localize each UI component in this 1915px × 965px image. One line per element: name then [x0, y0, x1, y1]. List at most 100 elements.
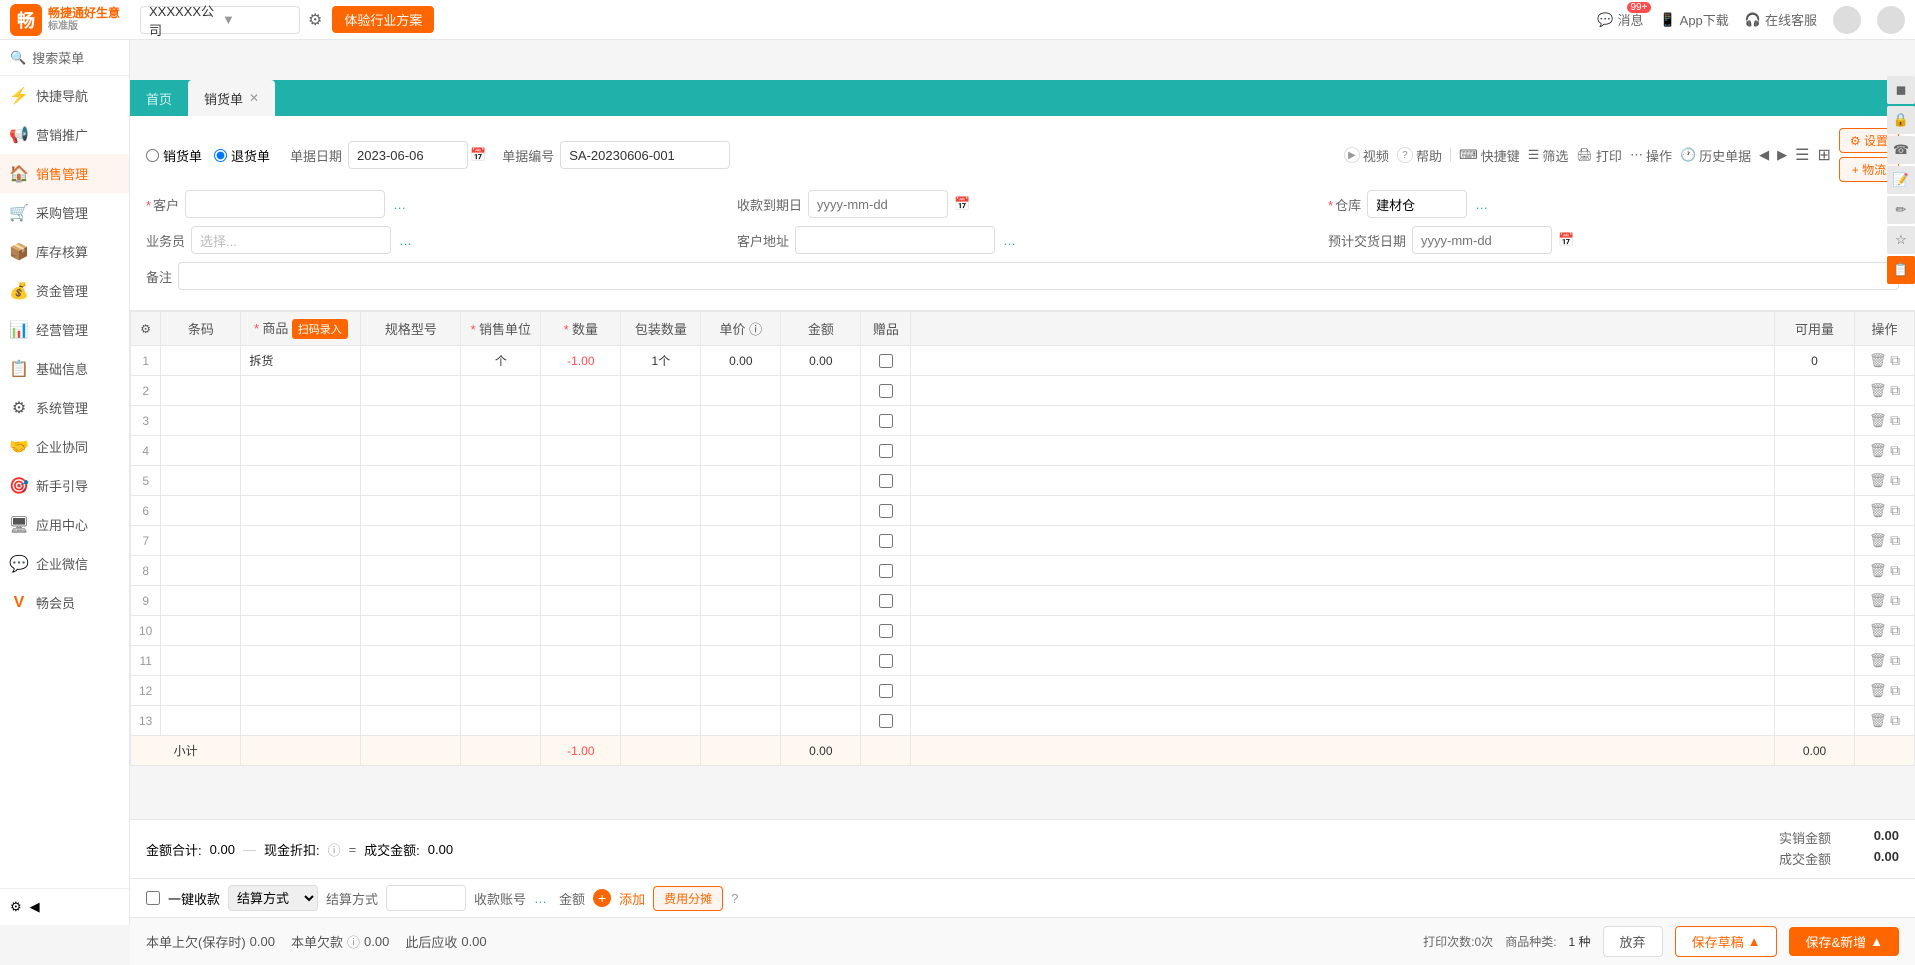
cell-qty[interactable] [541, 496, 621, 526]
help-btn[interactable]: ? 帮助 [1397, 146, 1442, 165]
cell-price[interactable]: 0.00 [701, 346, 781, 376]
cell-pkg[interactable] [621, 556, 701, 586]
grid-view-btn[interactable]: ⊞ [1818, 145, 1831, 165]
delete-row-button[interactable]: 🗑 [1869, 712, 1887, 729]
cell-product[interactable] [241, 406, 361, 436]
cell-qty[interactable] [541, 706, 621, 736]
cell-spec[interactable] [361, 586, 461, 616]
cell-qty[interactable] [541, 616, 621, 646]
cell-amount[interactable] [781, 436, 861, 466]
cell-price[interactable] [701, 586, 781, 616]
cell-price[interactable] [701, 376, 781, 406]
cell-barcode[interactable] [161, 346, 241, 376]
right-btn-3[interactable]: ☎ [1887, 136, 1915, 164]
cell-amount[interactable] [781, 406, 861, 436]
customer-dots[interactable]: … [393, 197, 406, 212]
right-btn-7[interactable]: 📋 [1887, 256, 1915, 284]
cell-amount[interactable] [781, 466, 861, 496]
ops-btn[interactable]: ⋯ 操作 [1630, 146, 1672, 165]
cell-unit[interactable] [461, 646, 541, 676]
sidebar-item-inventory[interactable]: 📦 库存核算 [0, 232, 129, 271]
cell-amount[interactable] [781, 646, 861, 676]
filter-btn[interactable]: ☰ 筛选 [1528, 146, 1569, 165]
cell-pkg[interactable]: 1个 [621, 346, 701, 376]
save-draft-button[interactable]: 保存草稿 ▲ [1675, 926, 1778, 957]
warehouse-input[interactable]: 建材仓 [1367, 190, 1467, 218]
delete-row-button[interactable]: 🗑 [1869, 652, 1887, 669]
tab-sales-order[interactable]: 销货单 ✕ [188, 80, 275, 116]
expected-date-input[interactable] [1412, 226, 1552, 254]
radio-sales[interactable]: 销货单 [146, 146, 202, 165]
cell-price[interactable] [701, 676, 781, 706]
cell-pkg[interactable] [621, 646, 701, 676]
sidebar-item-enterprise[interactable]: 🤝 企业协同 [0, 427, 129, 466]
salesperson-dots[interactable]: … [399, 233, 412, 248]
cell-amount[interactable] [781, 496, 861, 526]
cell-barcode[interactable] [161, 526, 241, 556]
gift-checkbox[interactable] [879, 714, 893, 728]
expense-button[interactable]: 费用分摊 [653, 886, 723, 911]
right-btn-1[interactable]: ◼ [1887, 76, 1915, 104]
cell-product[interactable]: 拆货 [241, 346, 361, 376]
shortcut-btn[interactable]: ⌨ 快捷键 [1459, 146, 1520, 165]
cell-amount[interactable] [781, 376, 861, 406]
cell-gift[interactable] [861, 616, 911, 646]
sidebar-item-guide[interactable]: 🎯 新手引导 [0, 466, 129, 505]
sidebar-item-sales[interactable]: 🏠 销售管理 [0, 154, 129, 193]
cell-product[interactable] [241, 466, 361, 496]
app-download-button[interactable]: 📱 App下载 [1659, 10, 1728, 29]
cell-amount[interactable] [781, 586, 861, 616]
gift-checkbox[interactable] [879, 564, 893, 578]
cell-pkg[interactable] [621, 406, 701, 436]
cell-barcode[interactable] [161, 496, 241, 526]
company-selector[interactable]: XXXXXX公司 ▼ [140, 6, 300, 34]
delete-row-button[interactable]: 🗑 [1869, 682, 1887, 699]
cell-spec[interactable] [361, 616, 461, 646]
cell-barcode[interactable] [161, 586, 241, 616]
customer-input[interactable] [185, 190, 385, 218]
right-btn-4[interactable]: 📝 [1887, 166, 1915, 194]
radio-return[interactable]: 退货单 [214, 146, 270, 165]
copy-row-button[interactable]: ⧉ [1890, 352, 1900, 369]
tab-close-icon[interactable]: ✕ [249, 91, 259, 105]
cell-gift[interactable] [861, 676, 911, 706]
radio-return-input[interactable] [214, 149, 227, 162]
cell-pkg[interactable] [621, 706, 701, 736]
cell-unit[interactable] [461, 526, 541, 556]
th-settings[interactable]: ⚙ [131, 312, 161, 346]
tab-home[interactable]: 首页 [130, 80, 188, 116]
list-view-btn[interactable]: ☰ [1795, 145, 1809, 165]
sidebar-collapse-icon[interactable]: ◀ [30, 899, 40, 915]
cell-pkg[interactable] [621, 436, 701, 466]
cell-price[interactable] [701, 496, 781, 526]
cell-barcode[interactable] [161, 556, 241, 586]
cell-gift[interactable] [861, 376, 911, 406]
gift-checkbox[interactable] [879, 474, 893, 488]
print-btn[interactable]: 🖨 打印 [1576, 146, 1622, 165]
cell-qty[interactable] [541, 406, 621, 436]
cell-amount[interactable] [781, 616, 861, 646]
right-btn-6[interactable]: ☆ [1887, 226, 1915, 254]
cell-gift[interactable] [861, 706, 911, 736]
cell-spec[interactable] [361, 526, 461, 556]
cell-qty[interactable] [541, 526, 621, 556]
copy-row-button[interactable]: ⧉ [1890, 682, 1900, 699]
cell-spec[interactable] [361, 496, 461, 526]
cell-gift[interactable] [861, 556, 911, 586]
delete-row-button[interactable]: 🗑 [1869, 472, 1887, 489]
discard-button[interactable]: 放弃 [1603, 926, 1663, 957]
sidebar-item-purchase[interactable]: 🛒 采购管理 [0, 193, 129, 232]
cell-amount[interactable] [781, 676, 861, 706]
cell-pkg[interactable] [621, 586, 701, 616]
gift-checkbox[interactable] [879, 384, 893, 398]
search-menu[interactable]: 🔍 搜索菜单 [0, 40, 129, 76]
radio-sales-input[interactable] [146, 149, 159, 162]
due-date-input[interactable] [808, 190, 948, 218]
sidebar-item-wecom[interactable]: 💬 企业微信 [0, 544, 129, 583]
cell-gift[interactable] [861, 526, 911, 556]
cell-unit[interactable] [461, 616, 541, 646]
cell-product[interactable] [241, 376, 361, 406]
gift-checkbox[interactable] [879, 414, 893, 428]
gift-checkbox[interactable] [879, 504, 893, 518]
cell-barcode[interactable] [161, 436, 241, 466]
